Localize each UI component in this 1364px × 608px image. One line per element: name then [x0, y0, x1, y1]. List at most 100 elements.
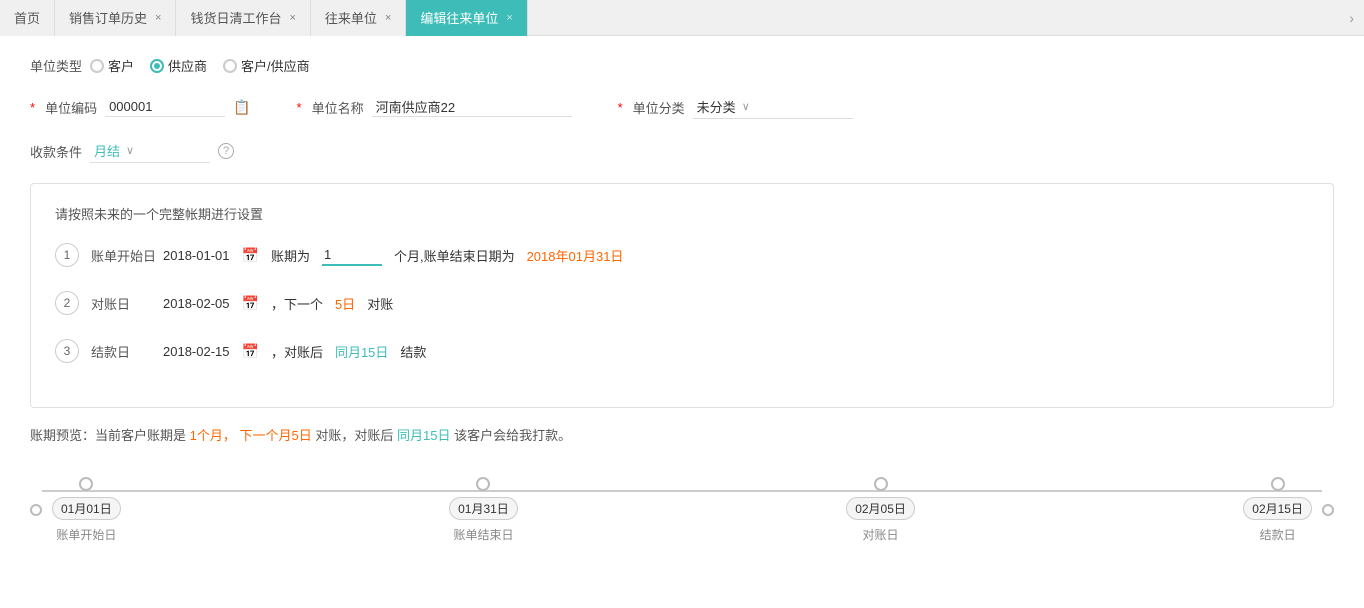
payment-terms-help-icon[interactable]: ? [218, 143, 234, 159]
timeline-dot-3 [874, 477, 888, 491]
payment-terms-label: 收款条件 [30, 142, 82, 161]
period-desc-prefix-3: ，对账后 [271, 342, 323, 361]
preview-mid: 对账，对账后 [315, 428, 393, 443]
unit-category-value: 未分类 [697, 97, 736, 116]
period-cal-icon-3[interactable]: 📅 [242, 343, 259, 360]
payment-terms-value: 月结 [94, 141, 120, 160]
period-desc-prefix-1: 账期为 [271, 246, 310, 265]
payment-terms-dropdown[interactable]: 月结 ∨ [90, 139, 210, 163]
period-label-1: 账单开始日 [91, 246, 151, 265]
close-icon-cash-reconciliation[interactable]: × [289, 12, 295, 24]
timeline-end-dot [1322, 504, 1334, 516]
tab-partner-units-label: 往来单位 [325, 8, 377, 27]
unit-category-field: * 单位分类 未分类 ∨ [618, 95, 853, 119]
unit-name-label: 单位名称 [312, 98, 364, 117]
period-desc-suffix-2: 对账 [367, 294, 393, 313]
timeline-dot-1 [79, 477, 93, 491]
timeline-node-1: 01月01日 账单开始日 [52, 477, 121, 543]
unit-category-label: 单位分类 [633, 98, 685, 117]
radio-circle-supplier [150, 59, 164, 73]
unit-code-required: * [30, 100, 35, 115]
radio-customer[interactable]: 客户 [90, 56, 134, 75]
timeline-node-2: 01月31日 账单结束日 [449, 477, 518, 543]
period-date-2: 2018-02-05 [163, 296, 230, 311]
payment-terms-row: 收款条件 月结 ∨ ? [30, 139, 1334, 163]
period-end-date-highlight: 2018年01月31日 [527, 246, 624, 265]
radio-supplier[interactable]: 供应商 [150, 56, 207, 75]
period-settings-section: 请按照未来的一个完整帐期进行设置 1 账单开始日 2018-01-01 📅 账期… [30, 183, 1334, 408]
unit-name-field: * 单位名称 [297, 97, 572, 117]
tab-more-button[interactable]: › [1339, 0, 1364, 36]
timeline-label-3: 对账日 [863, 526, 899, 543]
unit-category-chevron-icon: ∨ [742, 100, 750, 113]
timeline: 01月01日 账单开始日 01月31日 账单结束日 02月05日 对账日 [30, 467, 1334, 553]
tab-partner-units[interactable]: 往来单位 × [311, 0, 406, 36]
tab-home[interactable]: 首页 [0, 0, 55, 36]
timeline-date-2: 01月31日 [449, 497, 518, 520]
period-desc-suffix-1: 个月,账单结束日期为 [394, 246, 515, 265]
unit-type-field: 单位类型 客户 供应商 客户/供应商 [30, 56, 310, 75]
unit-type-row: 单位类型 客户 供应商 客户/供应商 [30, 56, 1334, 75]
preview-period: 1个月， [190, 428, 236, 443]
main-content: 单位类型 客户 供应商 客户/供应商 * 单位编码 [0, 36, 1364, 608]
period-label-3: 结款日 [91, 342, 151, 361]
timeline-start-dot [30, 504, 42, 516]
tab-sales-order-history-label: 销售订单历史 [69, 8, 147, 27]
preview-period-next: 下一个月5日 [240, 428, 312, 443]
row-num-1: 1 [55, 243, 79, 267]
tab-home-label: 首页 [14, 8, 40, 27]
payment-terms-chevron-icon: ∨ [126, 144, 134, 157]
period-row-3: 3 结款日 2018-02-15 📅 ，对账后 同月15日 结款 [55, 339, 1309, 363]
section-title: 请按照未来的一个完整帐期进行设置 [55, 204, 1309, 223]
unit-name-input[interactable] [372, 97, 572, 117]
timeline-label-2: 账单结束日 [453, 526, 513, 543]
preview-settle: 同月15日 [397, 428, 450, 443]
period-desc-suffix-3: 结款 [400, 342, 426, 361]
close-icon-sales-order-history[interactable]: × [155, 12, 161, 24]
tab-edit-partner[interactable]: 编辑往来单位 × [406, 0, 527, 36]
timeline-node-3: 02月05日 对账日 [846, 477, 915, 543]
unit-category-required: * [618, 100, 623, 115]
timeline-label-1: 账单开始日 [56, 526, 116, 543]
timeline-date-4: 02月15日 [1243, 497, 1312, 520]
preview-prefix: 账期预览：当前客户账期是 [30, 428, 186, 443]
period-months-input[interactable] [322, 245, 382, 266]
unit-code-field: * 单位编码 📋 [30, 97, 251, 117]
close-icon-partner-units[interactable]: × [385, 12, 391, 24]
tab-sales-order-history[interactable]: 销售订单历史 × [55, 0, 176, 36]
unit-name-required: * [297, 100, 302, 115]
payment-terms-field: 收款条件 月结 ∨ ? [30, 139, 234, 163]
period-highlight-3: 同月15日 [335, 342, 388, 361]
unit-code-label: 单位编码 [45, 98, 97, 117]
timeline-date-3: 02月05日 [846, 497, 915, 520]
radio-group-unit-type: 客户 供应商 客户/供应商 [90, 56, 310, 75]
tab-cash-reconciliation[interactable]: 钱货日清工作台 × [176, 0, 310, 36]
period-row-1: 1 账单开始日 2018-01-01 📅 账期为 个月,账单结束日期为 2018… [55, 243, 1309, 267]
tab-edit-partner-label: 编辑往来单位 [420, 8, 498, 27]
period-highlight-2: 5日 [335, 294, 355, 313]
timeline-label-4: 结款日 [1260, 526, 1296, 543]
period-desc-prefix-2: ，下一个 [271, 294, 323, 313]
unit-code-input[interactable] [105, 97, 225, 117]
unit-code-copy-icon[interactable]: 📋 [233, 99, 250, 116]
radio-label-customer: 客户 [108, 56, 134, 75]
unit-category-dropdown[interactable]: 未分类 ∨ [693, 95, 853, 119]
period-date-3: 2018-02-15 [163, 344, 230, 359]
timeline-node-4: 02月15日 结款日 [1243, 477, 1312, 543]
preview-suffix: 该客户会给我打款。 [454, 428, 571, 443]
tab-bar: 首页 销售订单历史 × 钱货日清工作台 × 往来单位 × 编辑往来单位 × › [0, 0, 1364, 36]
timeline-date-1: 01月01日 [52, 497, 121, 520]
close-icon-edit-partner[interactable]: × [506, 12, 512, 24]
timeline-dot-4 [1271, 477, 1285, 491]
radio-circle-both [223, 59, 237, 73]
radio-circle-customer [90, 59, 104, 73]
period-label-2: 对账日 [91, 294, 151, 313]
radio-label-supplier: 供应商 [168, 56, 207, 75]
unit-info-row: * 单位编码 📋 * 单位名称 * 单位分类 未分类 ∨ [30, 95, 1334, 119]
period-cal-icon-1[interactable]: 📅 [242, 247, 259, 264]
radio-both[interactable]: 客户/供应商 [223, 56, 310, 75]
period-cal-icon-2[interactable]: 📅 [242, 295, 259, 312]
row-num-3: 3 [55, 339, 79, 363]
radio-label-both: 客户/供应商 [241, 56, 310, 75]
row-num-2: 2 [55, 291, 79, 315]
